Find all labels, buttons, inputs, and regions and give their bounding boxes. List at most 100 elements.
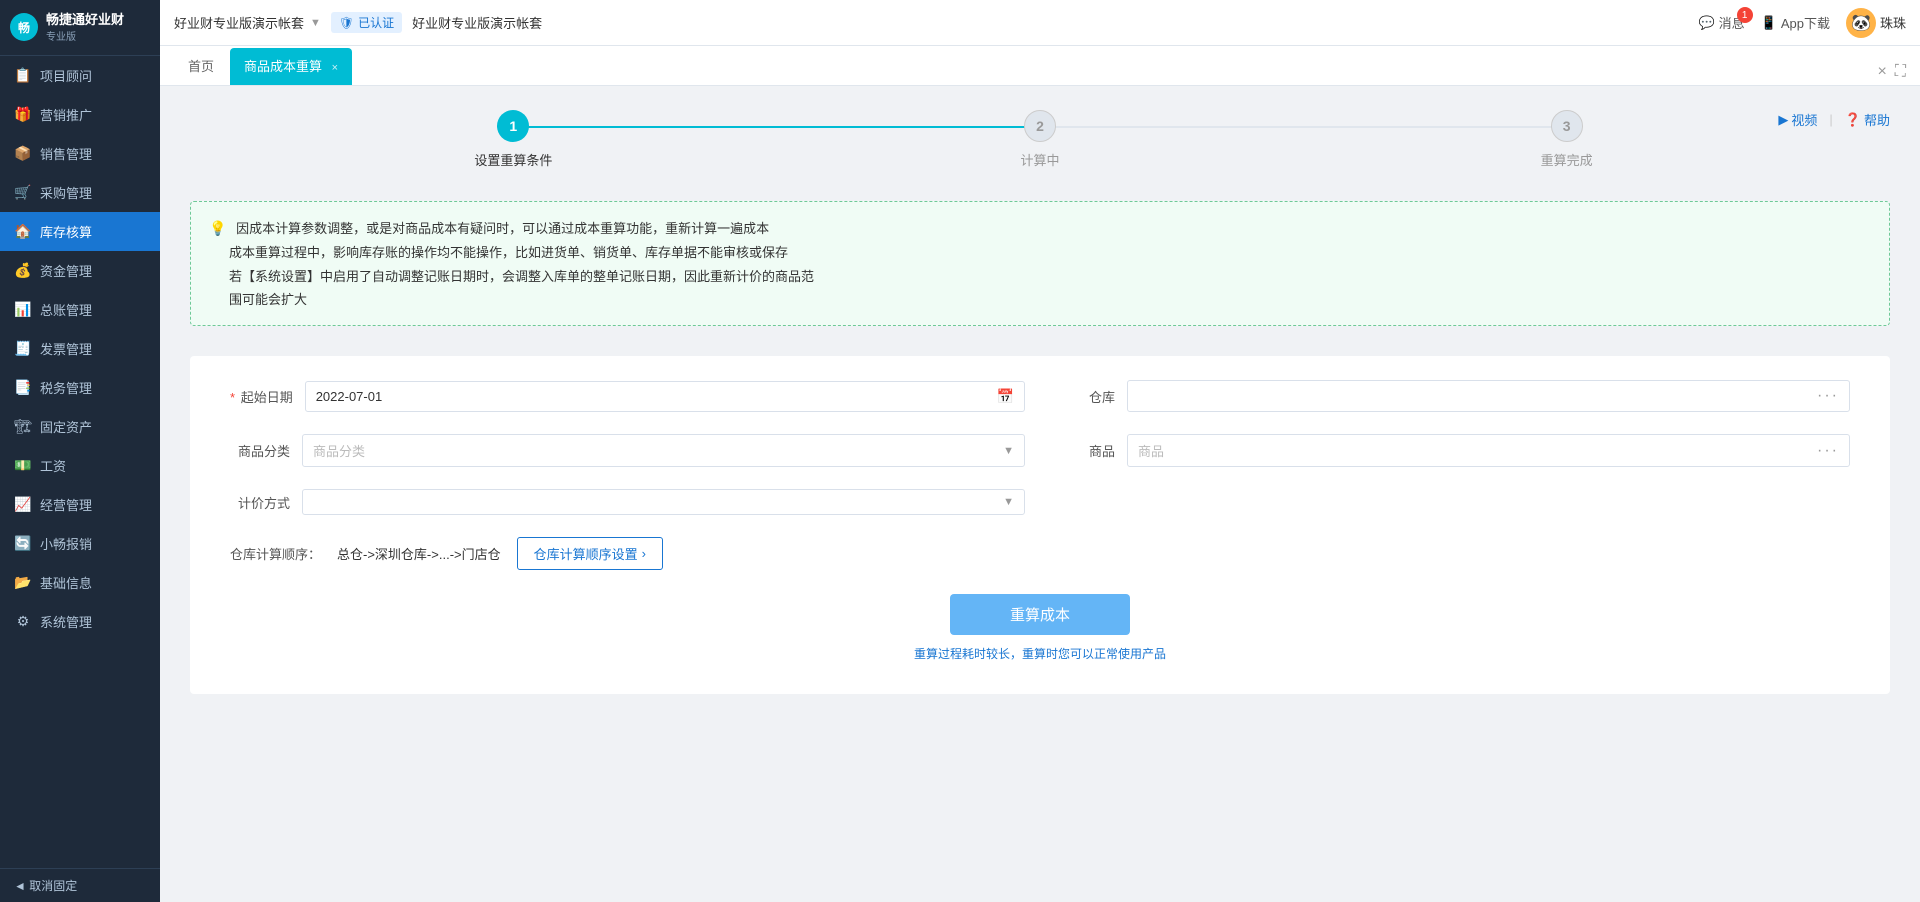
steps-container: 1 设置重算条件 2 计算中 3 — [190, 110, 1890, 169]
phone-icon: 📱 — [1761, 15, 1777, 31]
category-group: 商品分类 商品分类 ▼ — [230, 434, 1025, 467]
system-icon: ⚙ — [14, 613, 32, 630]
user-avatar: 🐼 — [1846, 8, 1876, 38]
step3-circle: 3 — [1551, 110, 1583, 142]
info-box: 💡 因成本计算参数调整，或是对商品成本有疑问时，可以通过成本重算功能，重新计算一… — [190, 201, 1890, 326]
category-placeholder: 商品分类 — [313, 441, 365, 460]
expense-icon: 🔄 — [14, 535, 32, 552]
steps-wrapper: ▶ 视频 | ❓ 帮助 1 设置重算条件 — [190, 110, 1890, 169]
goods-label: 商品 — [1055, 441, 1115, 460]
sidebar-item-project[interactable]: 📋 项目顾问 — [0, 56, 160, 95]
accounting-icon: 📊 — [14, 301, 32, 318]
info-line3: 若【系统设置】中启用了自动调整记账日期时，会调整入库单的整单记账日期，因此重新计… — [229, 269, 814, 284]
warehouse-label: 仓库 — [1055, 387, 1115, 406]
sidebar-item-invoice[interactable]: 🧾 发票管理 — [0, 329, 160, 368]
sidebar-item-expense[interactable]: 🔄 小畅报销 — [0, 524, 160, 563]
category-select[interactable]: 商品分类 ▼ — [302, 434, 1025, 467]
window-controls: × ⛶ — [1877, 63, 1906, 81]
app-edition: 专业版 — [46, 28, 124, 43]
app-download-button[interactable]: 📱 App下载 — [1761, 13, 1830, 32]
tab-cost-recalc[interactable]: 商品成本重算 × — [230, 48, 352, 85]
goods-input[interactable]: 商品 ··· — [1127, 434, 1850, 467]
shield-icon: 🛡 — [339, 16, 354, 30]
sidebar-item-basic[interactable]: 📂 基础信息 — [0, 563, 160, 602]
submit-button[interactable]: 重算成本 — [950, 594, 1130, 635]
close-window-button[interactable]: × — [1877, 63, 1886, 81]
project-icon: 📋 — [14, 67, 32, 84]
inventory-icon: 🏠 — [14, 223, 32, 240]
account-dropdown-icon: ▼ — [310, 17, 321, 29]
step1-label: 设置重算条件 — [474, 150, 552, 169]
submit-hint: 重算过程耗时较长，重算时您可以正常使用产品 — [914, 645, 1166, 662]
step1-circle: 1 — [497, 110, 529, 142]
pricing-chevron-icon: ▼ — [1003, 496, 1014, 508]
form-row-3: 计价方式 ▼ — [230, 489, 1850, 515]
username-label: 珠珠 — [1880, 13, 1906, 32]
invoice-icon: 🧾 — [14, 340, 32, 357]
sidebar-title-group: 畅捷通好业财 专业版 — [46, 12, 124, 43]
sidebar-item-salary[interactable]: 💵 工资 — [0, 446, 160, 485]
topbar: 好业财专业版演示帐套 ▼ 🛡 已认证 好业财专业版演示帐套 💬 消息 1 📱 A… — [160, 0, 1920, 46]
calc-order-value: 总仓->深圳仓库->...->门店仓 — [337, 544, 501, 563]
message-button[interactable]: 💬 消息 1 — [1698, 13, 1744, 32]
goods-placeholder: 商品 — [1138, 441, 1164, 460]
sidebar-item-system[interactable]: ⚙ 系统管理 — [0, 602, 160, 641]
marketing-icon: 🎁 — [14, 106, 32, 123]
sidebar-header: 畅 畅捷通好业财 专业版 — [0, 0, 160, 56]
sidebar-item-operation[interactable]: 📈 经营管理 — [0, 485, 160, 524]
goods-group: 商品 商品 ··· — [1055, 434, 1850, 467]
account-selector[interactable]: 好业财专业版演示帐套 ▼ — [174, 13, 321, 32]
start-date-label: * 起始日期 — [230, 387, 293, 406]
content-area: ▶ 视频 | ❓ 帮助 1 设置重算条件 — [160, 86, 1920, 902]
sidebar-item-assets[interactable]: 🏗 固定资产 — [0, 407, 160, 446]
sidebar-nav: 📋 项目顾问 🎁 营销推广 📦 销售管理 🛒 采购管理 🏠 库存核算 💰 资金管… — [0, 56, 160, 868]
sales-icon: 📦 — [14, 145, 32, 162]
start-date-group: * 起始日期 2022-07-01 📅 — [230, 381, 1025, 412]
calc-order-row: 仓库计算顺序： 总仓->深圳仓库->...->门店仓 仓库计算顺序设置 › — [230, 537, 1850, 570]
message-icon: 💬 — [1698, 15, 1714, 31]
purchase-icon: 🛒 — [14, 184, 32, 201]
topbar-actions: 💬 消息 1 📱 App下载 🐼 珠珠 — [1698, 8, 1906, 38]
submit-area: 重算成本 重算过程耗时较长，重算时您可以正常使用产品 — [230, 594, 1850, 662]
info-line2: 成本重算过程中，影响库存账的操作均不能操作，比如进货单、销货单、库存单据不能审核… — [229, 245, 788, 260]
sidebar-item-tax[interactable]: 📑 税务管理 — [0, 368, 160, 407]
info-line4: 围可能会扩大 — [229, 292, 307, 307]
tabbar: 首页 商品成本重算 × × ⛶ — [160, 46, 1920, 86]
user-avatar-area[interactable]: 🐼 珠珠 — [1846, 8, 1906, 38]
step2-circle: 2 — [1024, 110, 1056, 142]
finance-icon: 💰 — [14, 262, 32, 279]
sidebar: 畅 畅捷通好业财 专业版 📋 项目顾问 🎁 营销推广 📦 销售管理 🛒 采购管理… — [0, 0, 160, 902]
tax-icon: 📑 — [14, 379, 32, 396]
tab-home[interactable]: 首页 — [174, 48, 228, 85]
start-date-input[interactable]: 2022-07-01 📅 — [305, 381, 1025, 412]
sidebar-unpin-button[interactable]: ◄ 取消固定 — [0, 868, 160, 902]
warehouse-input[interactable]: ··· — [1127, 380, 1850, 412]
salary-icon: 💵 — [14, 457, 32, 474]
calc-order-label: 仓库计算顺序： — [230, 544, 321, 563]
tab-close-icon[interactable]: × — [332, 62, 338, 74]
sidebar-item-marketing[interactable]: 🎁 营销推广 — [0, 95, 160, 134]
main-area: 好业财专业版演示帐套 ▼ 🛡 已认证 好业财专业版演示帐套 💬 消息 1 📱 A… — [160, 0, 1920, 902]
pricing-select[interactable]: ▼ — [302, 489, 1025, 515]
step-3: 3 重算完成 — [1303, 110, 1830, 169]
maximize-window-button[interactable]: ⛶ — [1895, 63, 1906, 81]
sidebar-item-sales[interactable]: 📦 销售管理 — [0, 134, 160, 173]
pricing-label: 计价方式 — [230, 493, 290, 512]
sidebar-item-purchase[interactable]: 🛒 采购管理 — [0, 173, 160, 212]
pricing-group: 计价方式 ▼ — [230, 489, 1025, 515]
sidebar-item-inventory[interactable]: 🏠 库存核算 — [0, 212, 160, 251]
bulb-icon: 💡 — [209, 220, 226, 236]
app-name: 畅捷通好业财 — [46, 12, 124, 28]
warehouse-group: 仓库 ··· — [1055, 380, 1850, 412]
assets-icon: 🏗 — [14, 418, 32, 435]
sidebar-item-accounting[interactable]: 📊 总账管理 — [0, 290, 160, 329]
account-name: 好业财专业版演示帐套 — [174, 13, 304, 32]
step3-label: 重算完成 — [1541, 150, 1593, 169]
calc-order-settings-button[interactable]: 仓库计算顺序设置 › — [517, 537, 663, 570]
goods-dots-icon: ··· — [1817, 442, 1839, 460]
calendar-icon: 📅 — [997, 388, 1014, 405]
basic-icon: 📂 — [14, 574, 32, 591]
sidebar-item-finance[interactable]: 💰 资金管理 — [0, 251, 160, 290]
app-logo-icon: 畅 — [10, 13, 38, 41]
category-label: 商品分类 — [230, 441, 290, 460]
